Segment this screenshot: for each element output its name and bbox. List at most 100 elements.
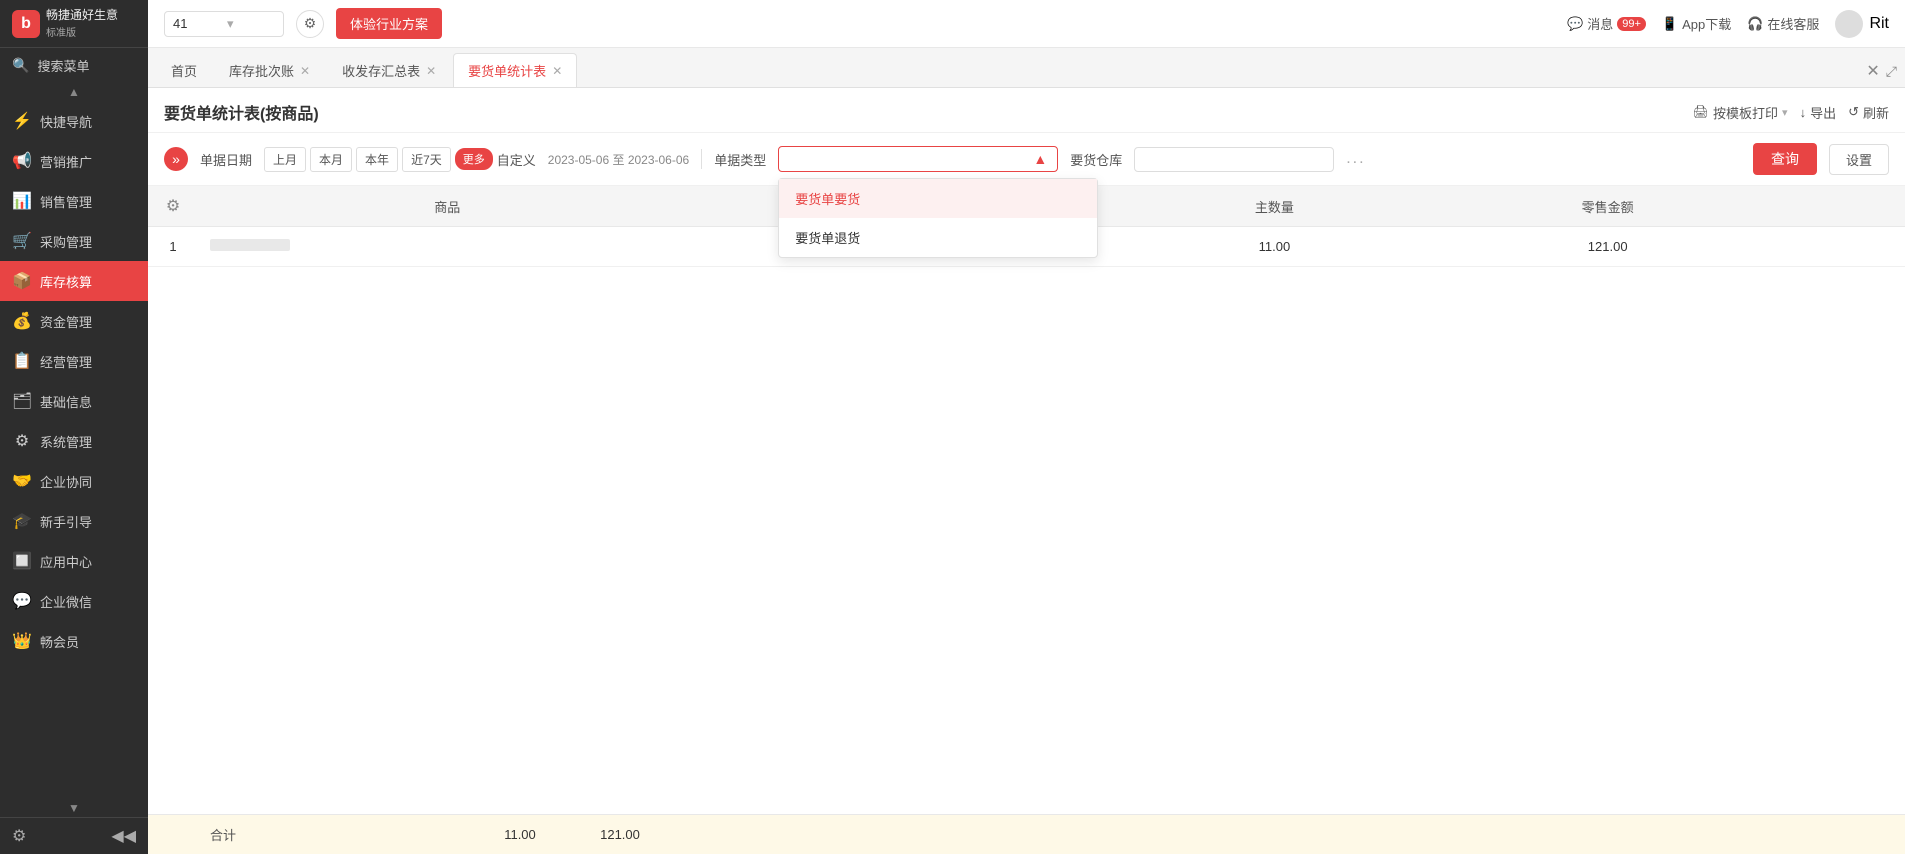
type-label: 单据类型 bbox=[714, 150, 766, 169]
warehouse-select-box[interactable] bbox=[1134, 147, 1334, 172]
app-download-btn[interactable]: 📱 App下载 bbox=[1662, 14, 1731, 33]
tab-collect-summary-label: 收发存汇总表 bbox=[342, 61, 420, 80]
logo-icon: b bbox=[12, 10, 40, 38]
type-select-chevron-up[interactable]: ▲ bbox=[1033, 151, 1047, 167]
dropdown-item-order-purchase[interactable]: 要货单要货 bbox=[779, 179, 1097, 218]
sidebar-item-sales[interactable]: 📊 销售管理 bbox=[0, 181, 148, 221]
tab-order-summary[interactable]: 要货单统计表 ✕ bbox=[453, 53, 577, 87]
page-header: 要货单统计表(按商品) 🖨 按模板打印 ▾ ↓ 导出 ↺ 刷新 bbox=[148, 88, 1905, 133]
print-btn[interactable]: 🖨 按模板打印 ▾ bbox=[1693, 103, 1788, 122]
export-btn[interactable]: ↓ 导出 bbox=[1800, 103, 1837, 122]
tab-home[interactable]: 首页 bbox=[156, 53, 212, 87]
footer-quantity: 11.00 bbox=[480, 827, 560, 842]
date-btn-this-year[interactable]: 本年 bbox=[356, 147, 398, 172]
sales-icon: 📊 bbox=[12, 191, 32, 211]
settings-gear-btn[interactable]: ⚙ bbox=[296, 10, 324, 38]
top-bar-left: 41 ▾ ⚙ 体验行业方案 bbox=[164, 8, 442, 39]
refresh-btn[interactable]: ↺ 刷新 bbox=[1848, 103, 1889, 122]
scroll-up-btn[interactable]: ▲ bbox=[0, 83, 148, 101]
filter-divider bbox=[701, 149, 702, 169]
sidebar-item-inventory[interactable]: 📦 库存核算 bbox=[0, 261, 148, 301]
sidebar-item-wechat[interactable]: 💬 企业微信 bbox=[0, 581, 148, 621]
messages-label: 消息 bbox=[1587, 14, 1613, 33]
date-btn-last-month[interactable]: 上月 bbox=[264, 147, 306, 172]
refresh-icon: ↺ bbox=[1848, 104, 1859, 120]
sidebar-item-label: 系统管理 bbox=[40, 432, 92, 451]
tab-order-summary-close[interactable]: ✕ bbox=[552, 64, 562, 78]
company-selector[interactable]: 41 ▾ bbox=[164, 11, 284, 37]
sidebar-item-system[interactable]: ⚙ 系统管理 bbox=[0, 421, 148, 461]
sidebar-item-operations[interactable]: 📋 经营管理 bbox=[0, 341, 148, 381]
search-label: 搜索菜单 bbox=[37, 56, 89, 75]
tab-batch-ledger[interactable]: 库存批次账 ✕ bbox=[214, 53, 325, 87]
close-window-icon[interactable]: ✕ bbox=[1866, 61, 1879, 81]
sidebar-item-app-center[interactable]: 🔲 应用中心 bbox=[0, 541, 148, 581]
user-area[interactable]: Rit bbox=[1835, 10, 1889, 38]
sidebar-item-label: 采购管理 bbox=[40, 232, 92, 251]
collapse-sidebar-icon[interactable]: ◀◀ bbox=[111, 826, 136, 846]
filter-expand-btn[interactable]: » bbox=[164, 147, 188, 171]
set-btn[interactable]: 设置 bbox=[1829, 144, 1889, 175]
app-center-icon: 🔲 bbox=[12, 551, 32, 571]
col-header-product: 商品 bbox=[198, 186, 697, 227]
scroll-down-btn[interactable]: ▼ bbox=[0, 799, 148, 817]
app-download-label: App下载 bbox=[1682, 14, 1731, 33]
table-footer: 合计 11.00 121.00 bbox=[148, 814, 1905, 854]
sidebar-item-basics[interactable]: 🗂 基础信息 bbox=[0, 381, 148, 421]
sidebar-item-label: 营销推广 bbox=[40, 152, 92, 171]
page-title: 要货单统计表(按商品) bbox=[164, 100, 319, 124]
industry-btn[interactable]: 体验行业方案 bbox=[336, 8, 442, 39]
dropdown-item-order-return[interactable]: 要货单退货 bbox=[779, 218, 1097, 257]
date-range-display: 2023-05-06 至 2023-06-06 bbox=[548, 151, 689, 168]
print-label: 按模板打印 bbox=[1713, 103, 1778, 122]
headset-icon: 🎧 bbox=[1747, 16, 1763, 32]
page-actions: 🖨 按模板打印 ▾ ↓ 导出 ↺ 刷新 bbox=[1693, 103, 1890, 122]
settings-icon[interactable]: ⚙ bbox=[12, 826, 26, 846]
search-icon: 🔍 bbox=[12, 57, 29, 74]
sidebar-item-quick-nav[interactable]: ⚡ 快捷导航 bbox=[0, 101, 148, 141]
user-avatar bbox=[1835, 10, 1863, 38]
sidebar-item-purchase[interactable]: 🛒 采购管理 bbox=[0, 221, 148, 261]
messages-btn[interactable]: 💬 消息 99+ bbox=[1567, 14, 1646, 33]
date-btn-more[interactable]: 更多 bbox=[455, 148, 493, 170]
inventory-icon: 📦 bbox=[12, 271, 32, 291]
type-input[interactable] bbox=[789, 152, 1033, 167]
warehouse-input[interactable] bbox=[1145, 152, 1323, 167]
table-gear-header[interactable]: ⚙ bbox=[148, 186, 198, 227]
chevron-down-icon: ▾ bbox=[227, 16, 275, 32]
sidebar-item-label: 经营管理 bbox=[40, 352, 92, 371]
sidebar-bottom: ⚙ ◀◀ bbox=[0, 817, 148, 854]
sidebar-item-label: 资金管理 bbox=[40, 312, 92, 331]
date-btn-7days[interactable]: 近7天 bbox=[402, 147, 451, 172]
sidebar-item-vip[interactable]: 👑 畅会员 bbox=[0, 621, 148, 661]
sidebar-item-guide[interactable]: 🎓 新手引导 bbox=[0, 501, 148, 541]
tab-collect-summary-close[interactable]: ✕ bbox=[426, 64, 436, 78]
sidebar-item-finance[interactable]: 💰 资金管理 bbox=[0, 301, 148, 341]
tab-collect-summary[interactable]: 收发存汇总表 ✕ bbox=[327, 53, 451, 87]
quick-nav-icon: ⚡ bbox=[12, 111, 32, 131]
query-btn[interactable]: 查询 bbox=[1753, 143, 1817, 175]
date-btn-this-month[interactable]: 本月 bbox=[310, 147, 352, 172]
finance-icon: 💰 bbox=[12, 311, 32, 331]
footer-label: 合计 bbox=[210, 825, 260, 844]
sidebar-item-marketing[interactable]: 📢 营销推广 bbox=[0, 141, 148, 181]
sidebar-logo: b 畅捷通好生意 标准版 bbox=[0, 0, 148, 48]
footer-amount: 121.00 bbox=[580, 827, 660, 842]
expand-window-icon[interactable]: ⤢ bbox=[1886, 63, 1897, 80]
filter-dots[interactable]: ... bbox=[1346, 150, 1365, 168]
custom-date-label: 自定义 bbox=[497, 150, 536, 169]
online-service-btn[interactable]: 🎧 在线客服 bbox=[1747, 14, 1819, 33]
col-header-quantity: 主数量 bbox=[1123, 186, 1425, 227]
sidebar-search[interactable]: 🔍 搜索菜单 bbox=[0, 48, 148, 83]
type-select-box[interactable]: ▲ bbox=[778, 146, 1058, 172]
export-label: 导出 bbox=[1810, 103, 1836, 122]
sidebar-item-cooperation[interactable]: 🤝 企业协同 bbox=[0, 461, 148, 501]
sidebar-item-label: 库存核算 bbox=[40, 272, 92, 291]
sidebar-item-label: 快捷导航 bbox=[40, 112, 92, 131]
tabs-bar-right: ✕ ⤢ bbox=[1866, 61, 1897, 81]
sidebar-item-label: 销售管理 bbox=[40, 192, 92, 211]
wechat-icon: 💬 bbox=[12, 591, 32, 611]
tab-order-summary-label: 要货单统计表 bbox=[468, 61, 546, 80]
tab-batch-ledger-close[interactable]: ✕ bbox=[300, 64, 310, 78]
messages-count: 99+ bbox=[1617, 17, 1646, 31]
